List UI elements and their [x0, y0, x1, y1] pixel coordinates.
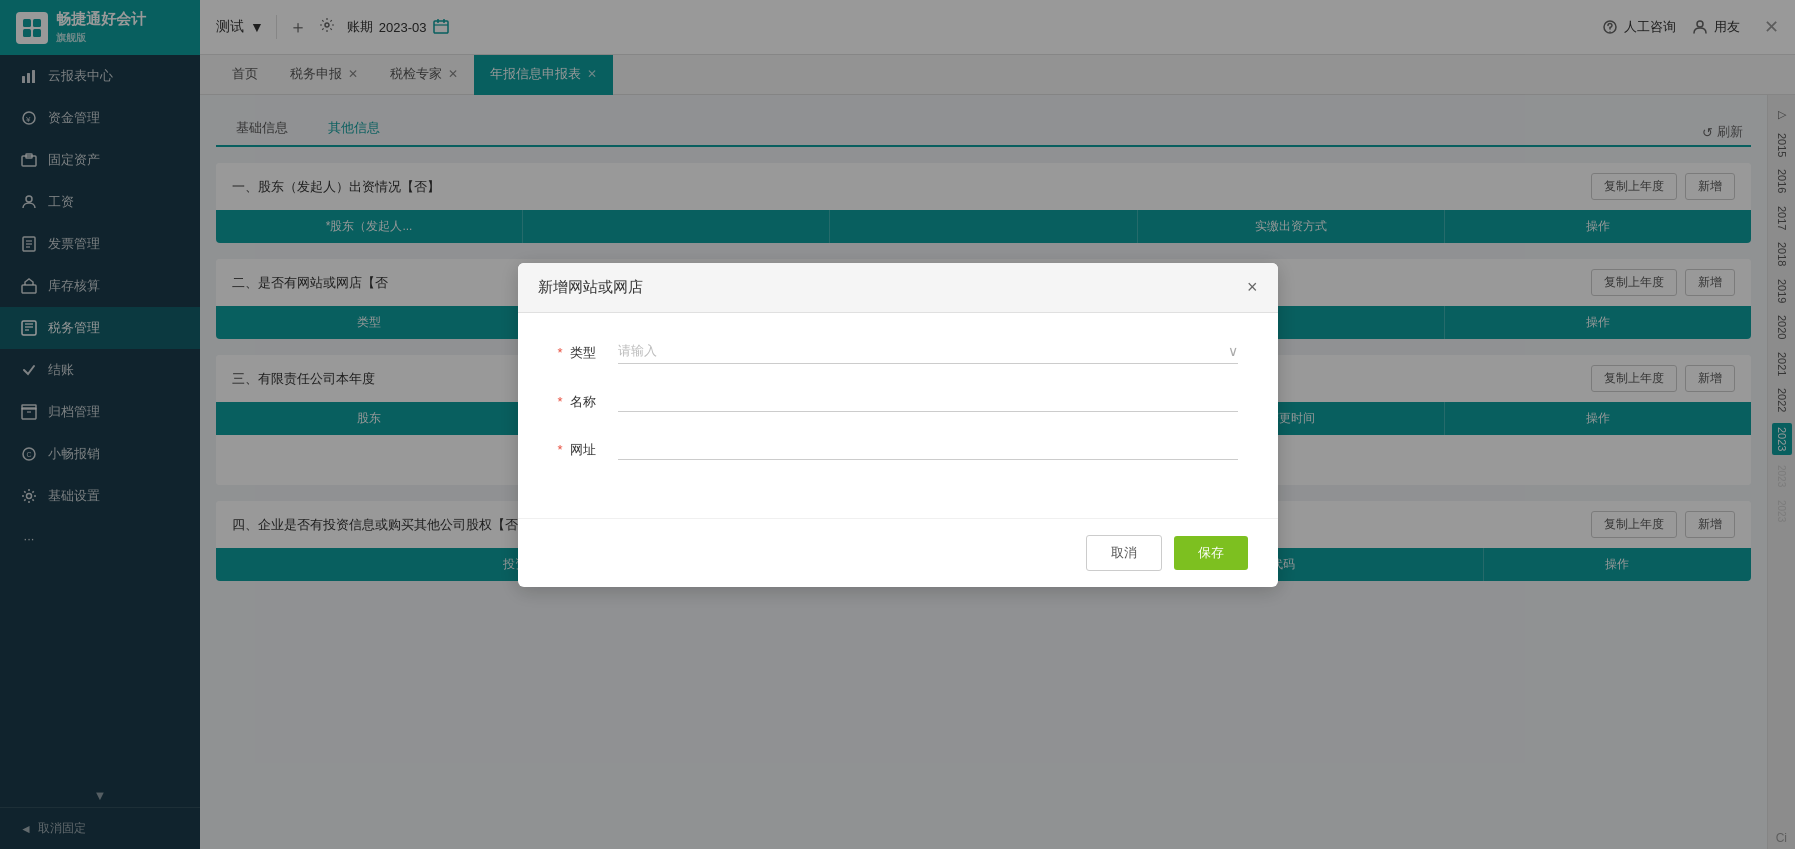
modal-close-btn[interactable]: × [1247, 277, 1258, 298]
form-group-name: * 名称 [558, 392, 1238, 412]
modal-title: 新增网站或网店 [538, 278, 643, 297]
save-button[interactable]: 保存 [1174, 536, 1248, 570]
cancel-button[interactable]: 取消 [1086, 535, 1162, 571]
name-input-wrap [618, 392, 1238, 412]
name-input[interactable] [618, 392, 1238, 407]
modal-overlay: 新增网站或网店 × * 类型 ∨ * 名称 [0, 0, 1795, 849]
name-label: * 名称 [558, 393, 618, 411]
type-input[interactable] [618, 343, 1228, 358]
modal-body: * 类型 ∨ * 名称 [518, 313, 1278, 518]
form-group-type: * 类型 ∨ [558, 343, 1238, 364]
modal-footer: 取消 保存 [518, 518, 1278, 587]
type-required-mark: * [558, 345, 563, 360]
form-group-url: * 网址 [558, 440, 1238, 460]
modal-header: 新增网站或网店 × [518, 263, 1278, 313]
type-input-wrap: ∨ [618, 343, 1238, 364]
url-input-wrap [618, 440, 1238, 460]
url-input[interactable] [618, 440, 1238, 455]
type-dropdown-icon[interactable]: ∨ [1228, 343, 1238, 359]
type-label: * 类型 [558, 344, 618, 362]
modal-add-website: 新增网站或网店 × * 类型 ∨ * 名称 [518, 263, 1278, 587]
name-required-mark: * [558, 394, 563, 409]
url-label: * 网址 [558, 441, 618, 459]
url-required-mark: * [558, 442, 563, 457]
